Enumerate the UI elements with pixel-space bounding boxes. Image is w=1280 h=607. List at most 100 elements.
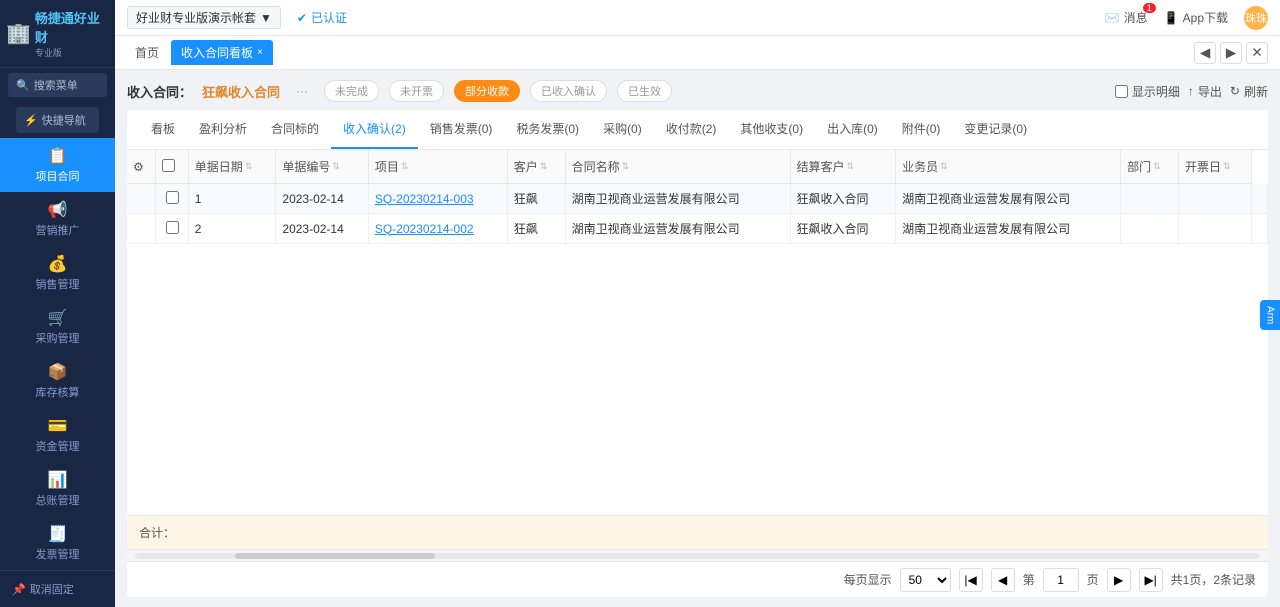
per-page-select[interactable]: 50 10 20 100 <box>900 568 951 592</box>
table-container[interactable]: ⚙ 单据日期⇅ 单据编号⇅ 项目⇅ 客户⇅ 合同名称⇅ 结算客户⇅ 业务员⇅ 部… <box>127 150 1268 515</box>
row-checkbox[interactable] <box>156 184 188 214</box>
row-settings[interactable] <box>127 214 156 244</box>
panel-tab-payment[interactable]: 收付款(2) <box>654 110 729 149</box>
sidebar-item-invoice[interactable]: 🧾发票管理 <box>0 516 115 570</box>
export-button[interactable]: ↑ 导出 <box>1188 83 1222 100</box>
next-page-button[interactable]: ▶ <box>1107 568 1131 592</box>
tab-next-button[interactable]: ▶ <box>1220 42 1242 64</box>
export-icon: ↑ <box>1188 84 1194 98</box>
sidebar-item-inventory[interactable]: 📦库存核算 <box>0 354 115 408</box>
sidebar-icon-invoice: 🧾 <box>48 524 68 544</box>
sort-customer-icon[interactable]: ⇅ <box>540 161 548 172</box>
panel-tab-income_confirm[interactable]: 收入确认(2) <box>331 110 418 149</box>
sort-final-customer-icon[interactable]: ⇅ <box>847 161 855 172</box>
cancel-pin-button[interactable]: 📌 取消固定 <box>6 577 109 601</box>
last-page-button[interactable]: ▶| <box>1139 568 1163 592</box>
tab-close-button[interactable]: × <box>257 47 263 58</box>
row-checkbox[interactable] <box>156 214 188 244</box>
sidebar-icon-marketing: 📢 <box>48 200 68 220</box>
panel-tab-purchase[interactable]: 采购(0) <box>591 110 654 149</box>
table-body: 1 2023-02-14 SQ-20230214-003 狂飙 湖南卫视商业运营… <box>127 184 1268 244</box>
row-salesperson <box>1121 184 1179 214</box>
sort-number-icon[interactable]: ⇅ <box>332 161 340 172</box>
certified-icon: ✔ <box>297 11 307 25</box>
sort-open-date-icon[interactable]: ⇅ <box>1223 161 1231 172</box>
row-date: 2023-02-14 <box>276 184 368 214</box>
th-open-date: 开票日⇅ <box>1178 150 1251 184</box>
sort-department-icon[interactable]: ⇅ <box>1153 161 1161 172</box>
sidebar-item-general[interactable]: 📊总账管理 <box>0 462 115 516</box>
status-incomplete[interactable]: 未完成 <box>324 80 379 102</box>
search-icon: 🔍 <box>16 79 30 92</box>
panel-tab-tax_invoice[interactable]: 税务发票(0) <box>504 110 591 149</box>
user-avatar: 珠珠 <box>1244 6 1268 30</box>
tabbar: 首页 收入合同看板 × ◀ ▶ ✕ <box>115 36 1280 70</box>
row-customer: 湖南卫视商业运营发展有限公司 <box>565 214 790 244</box>
search-menu-button[interactable]: 🔍 搜索菜单 <box>8 73 107 97</box>
avatar-area[interactable]: 珠珠 <box>1244 6 1268 30</box>
status-no-invoice[interactable]: 未开票 <box>389 80 444 102</box>
status-partial[interactable]: 部分收款 <box>454 80 520 102</box>
sidebar-item-purchase[interactable]: 🛒采购管理 <box>0 300 115 354</box>
sort-salesperson-icon[interactable]: ⇅ <box>940 161 948 172</box>
tab-close-all-button[interactable]: ✕ <box>1246 42 1268 64</box>
home-tab[interactable]: 首页 <box>127 40 167 65</box>
panel-tab-attachment[interactable]: 附件(0) <box>890 110 953 149</box>
quick-nav-button[interactable]: ⚡ 快捷导航 <box>16 107 99 133</box>
sort-contract-icon[interactable]: ⇅ <box>622 161 630 172</box>
first-page-button[interactable]: |◀ <box>959 568 983 592</box>
contract-more-button[interactable]: ··· <box>290 84 314 98</box>
panel-tab-kanban[interactable]: 看板 <box>139 110 187 149</box>
panel-tab-profit[interactable]: 盈利分析 <box>187 110 259 149</box>
panel-tab-contract_standard[interactable]: 合同标的 <box>259 110 331 149</box>
row-number[interactable]: SQ-20230214-003 <box>368 184 507 214</box>
total-info: 共1页，2条记录 <box>1171 571 1256 588</box>
th-checkbox[interactable] <box>156 150 188 184</box>
select-all-checkbox[interactable] <box>162 159 175 172</box>
app-icon: 📱 <box>1164 11 1179 25</box>
refresh-button[interactable]: ↻ 刷新 <box>1230 83 1268 100</box>
contract-label: 收入合同： <box>127 82 192 101</box>
sort-project-icon[interactable]: ⇅ <box>401 161 409 172</box>
th-date: 单据日期⇅ <box>188 150 276 184</box>
status-confirmed[interactable]: 已收入确认 <box>530 80 607 102</box>
sidebar-bottom: 📌 取消固定 <box>0 570 115 607</box>
row-project: 狂飙 <box>507 184 565 214</box>
table-row[interactable]: 2 2023-02-14 SQ-20230214-002 狂飙 湖南卫视商业运营… <box>127 214 1268 244</box>
data-table: ⚙ 单据日期⇅ 单据编号⇅ 项目⇅ 客户⇅ 合同名称⇅ 结算客户⇅ 业务员⇅ 部… <box>127 150 1268 244</box>
company-selector[interactable]: 好业财专业版演示帐套 ▼ <box>127 6 281 29</box>
horizontal-scrollbar[interactable] <box>127 549 1268 561</box>
message-button[interactable]: ✉️ 消息 1 <box>1105 9 1148 26</box>
message-badge: 1 <box>1143 3 1156 13</box>
sidebar-item-sales[interactable]: 💰销售管理 <box>0 246 115 300</box>
table-row[interactable]: 1 2023-02-14 SQ-20230214-003 狂飙 湖南卫视商业运营… <box>127 184 1268 214</box>
row-number[interactable]: SQ-20230214-002 <box>368 214 507 244</box>
app-download-button[interactable]: 📱 App下载 <box>1164 9 1228 26</box>
right-action-panel[interactable]: Arm <box>1260 300 1280 330</box>
sidebar-item-finance[interactable]: 💳资金管理 <box>0 408 115 462</box>
th-settings[interactable]: ⚙ <box>127 150 156 184</box>
tab-prev-button[interactable]: ◀ <box>1194 42 1216 64</box>
total-row: 合计： <box>127 515 1268 549</box>
scrollbar-thumb[interactable] <box>235 553 435 559</box>
row-settings[interactable] <box>127 184 156 214</box>
active-tab[interactable]: 收入合同看板 × <box>171 40 273 65</box>
panel-tabs: 看板盈利分析合同标的收入确认(2)销售发票(0)税务发票(0)采购(0)收付款(… <box>127 110 1268 150</box>
status-effective[interactable]: 已生效 <box>617 80 672 102</box>
sidebar-icon-sales: 💰 <box>48 254 68 274</box>
contract-title: 狂飙收入合同 <box>202 82 280 101</box>
show-detail-checkbox[interactable]: 显示明细 <box>1115 83 1180 100</box>
table-header: ⚙ 单据日期⇅ 单据编号⇅ 项目⇅ 客户⇅ 合同名称⇅ 结算客户⇅ 业务员⇅ 部… <box>127 150 1268 184</box>
panel-tab-warehouse[interactable]: 出入库(0) <box>815 110 890 149</box>
sidebar-item-marketing[interactable]: 📢营销推广 <box>0 192 115 246</box>
panel-tab-change_log[interactable]: 变更记录(0) <box>952 110 1039 149</box>
sort-date-icon[interactable]: ⇅ <box>245 161 253 172</box>
panel-tab-sales_invoice[interactable]: 销售发票(0) <box>418 110 505 149</box>
show-detail-input[interactable] <box>1115 85 1128 98</box>
page-input[interactable] <box>1043 568 1079 592</box>
sidebar-item-project[interactable]: 📋项目合同 <box>0 138 115 192</box>
message-icon: ✉️ <box>1105 11 1120 25</box>
page-label-before: 第 <box>1023 571 1035 588</box>
prev-page-button[interactable]: ◀ <box>991 568 1015 592</box>
panel-tab-other_income[interactable]: 其他收支(0) <box>728 110 815 149</box>
